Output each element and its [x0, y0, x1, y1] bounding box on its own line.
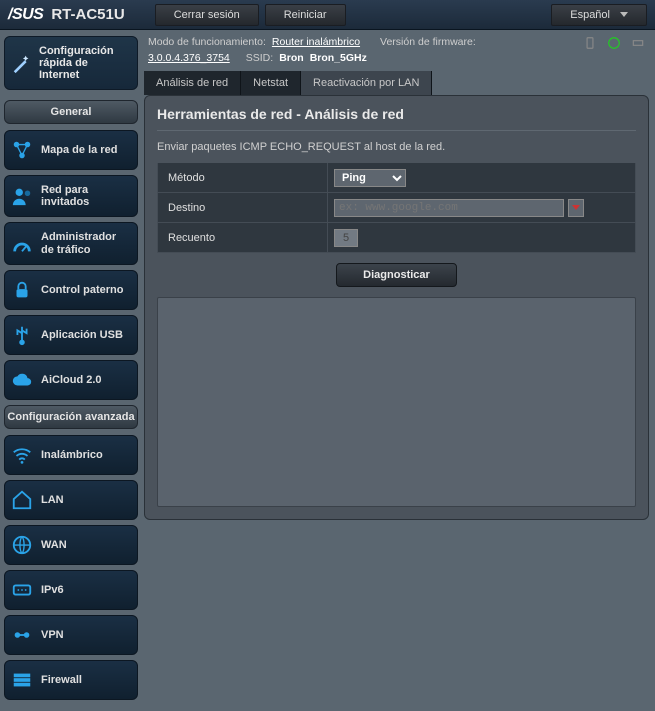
quick-internet-setup[interactable]: Configuración rápida de Internet — [4, 36, 138, 90]
page-title: Herramientas de red - Análisis de red — [157, 106, 636, 130]
magic-wand-icon — [11, 52, 33, 74]
qis-label: Configuración rápida de Internet — [39, 45, 131, 81]
link-status-icon[interactable] — [631, 36, 645, 50]
nav-label: Red para invitados — [41, 184, 131, 208]
sidebar-item-ipv6[interactable]: IPv6 — [4, 570, 138, 610]
language-dropdown[interactable]: Español — [551, 4, 647, 26]
count-label: Recuento — [158, 223, 328, 252]
firewall-icon — [11, 669, 33, 691]
chevron-down-icon — [620, 12, 628, 17]
sidebar-item-firewall[interactable]: Firewall — [4, 660, 138, 700]
nav-label: Control paterno — [41, 284, 124, 296]
sidebar-item-aicloud[interactable]: AiCloud 2.0 — [4, 360, 138, 400]
destination-dropdown-button[interactable] — [568, 199, 584, 217]
house-icon — [11, 489, 33, 511]
count-input[interactable] — [334, 229, 358, 247]
vpn-icon — [11, 624, 33, 646]
wan-status-icon[interactable] — [607, 36, 621, 50]
output-textarea[interactable] — [157, 297, 636, 507]
section-general: General — [4, 100, 138, 124]
language-label: Español — [570, 9, 610, 21]
cloud-icon — [11, 369, 33, 391]
tab-wake-on-lan[interactable]: Reactivación por LAN — [301, 71, 432, 95]
ssid-2: Bron_5GHz — [310, 52, 367, 64]
page-description: Enviar paquetes ICMP ECHO_REQUEST al hos… — [157, 130, 636, 163]
nav-label: Inalámbrico — [41, 449, 103, 461]
wifi-icon — [11, 444, 33, 466]
ipv6-icon — [11, 579, 33, 601]
sidebar-item-parental-control[interactable]: Control paterno — [4, 270, 138, 310]
globe-icon — [11, 534, 33, 556]
model-name: RT-AC51U — [51, 6, 124, 23]
tab-network-analysis[interactable]: Análisis de red — [144, 71, 241, 95]
tab-netstat[interactable]: Netstat — [241, 71, 301, 95]
nav-label: VPN — [41, 629, 64, 641]
nav-label: Administrador de tráfico — [41, 231, 131, 255]
fw-value[interactable]: 3.0.0.4.376_3754 — [148, 52, 230, 64]
guest-icon — [11, 185, 33, 207]
logout-button[interactable]: Cerrar sesión — [155, 4, 259, 26]
diagnose-button[interactable]: Diagnosticar — [336, 263, 457, 287]
method-select[interactable]: Ping — [334, 169, 406, 187]
mode-value[interactable]: Router inalámbrico — [272, 36, 360, 50]
lock-icon — [11, 279, 33, 301]
nav-label: LAN — [41, 494, 64, 506]
reboot-button[interactable]: Reiniciar — [265, 4, 346, 26]
destination-input[interactable] — [334, 199, 564, 217]
nav-label: Aplicación USB — [41, 329, 123, 341]
sidebar-item-lan[interactable]: LAN — [4, 480, 138, 520]
chevron-down-icon — [572, 205, 580, 210]
fw-label: Versión de firmware: — [380, 36, 476, 50]
nav-label: Firewall — [41, 674, 82, 686]
sidebar-item-wan[interactable]: WAN — [4, 525, 138, 565]
sidebar-item-wireless[interactable]: Inalámbrico — [4, 435, 138, 475]
nav-label: Mapa de la red — [41, 144, 117, 156]
sidebar-item-usb-app[interactable]: Aplicación USB — [4, 315, 138, 355]
mode-label: Modo de funcionamiento: — [148, 36, 266, 50]
nav-label: WAN — [41, 539, 67, 551]
ssid-1: Bron — [279, 52, 304, 64]
usb-icon — [11, 324, 33, 346]
sidebar-item-guest-network[interactable]: Red para invitados — [4, 175, 138, 217]
sidebar-item-vpn[interactable]: VPN — [4, 615, 138, 655]
sidebar-item-traffic-manager[interactable]: Administrador de tráfico — [4, 222, 138, 264]
method-label: Método — [158, 163, 328, 192]
nav-label: IPv6 — [41, 584, 64, 596]
usb-status-icon[interactable] — [583, 36, 597, 50]
brand-logo: /SUS — [8, 6, 43, 24]
section-advanced: Configuración avanzada — [4, 405, 138, 429]
nav-label: AiCloud 2.0 — [41, 374, 102, 386]
destination-label: Destino — [158, 193, 328, 222]
sidebar-item-network-map[interactable]: Mapa de la red — [4, 130, 138, 170]
gauge-icon — [11, 233, 33, 255]
ssid-label: SSID: — [246, 52, 273, 64]
network-map-icon — [11, 139, 33, 161]
